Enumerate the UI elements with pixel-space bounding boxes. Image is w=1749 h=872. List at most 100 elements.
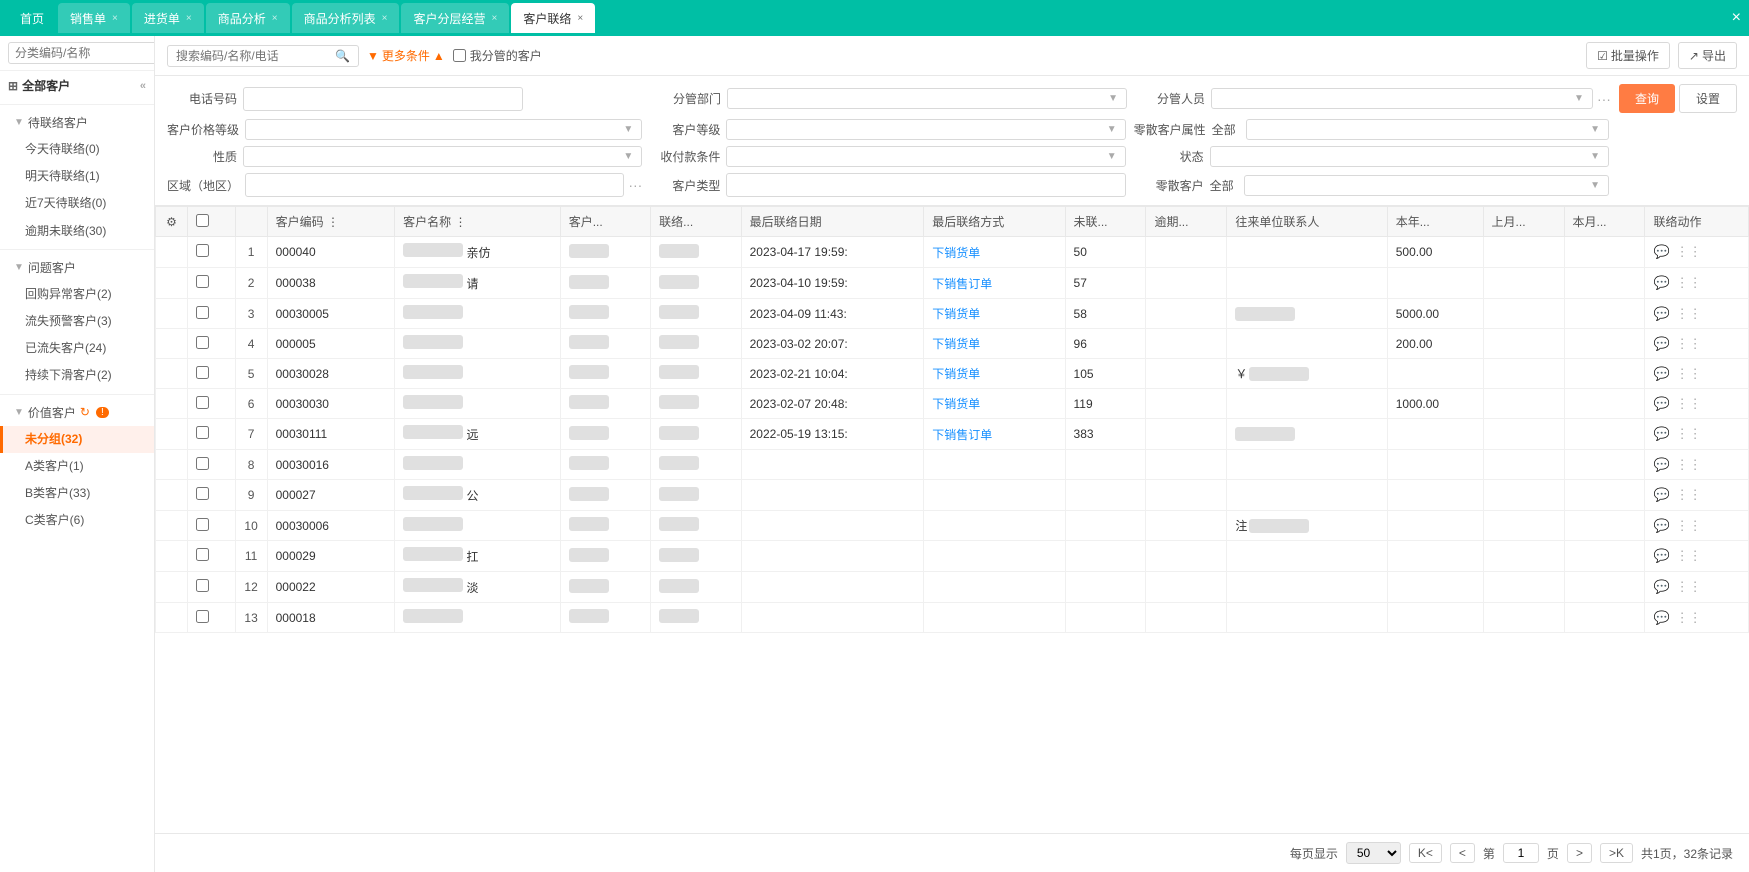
td-check[interactable]	[188, 450, 236, 480]
th-this-year[interactable]: 本年...	[1387, 207, 1483, 237]
td-check[interactable]	[188, 480, 236, 511]
td-check[interactable]	[188, 572, 236, 603]
sidebar-item-churn-warning[interactable]: 流失预警客户(3)	[0, 308, 154, 335]
row-checkbox[interactable]	[196, 487, 209, 500]
th-this-month[interactable]: 本月...	[1564, 207, 1645, 237]
nav-tab-home[interactable]: 首页	[8, 3, 56, 33]
td-check[interactable]	[188, 389, 236, 419]
more-icon[interactable]: ⋮⋮	[1676, 457, 1702, 473]
chat-icon[interactable]: 💬	[1653, 457, 1669, 473]
row-checkbox[interactable]	[196, 244, 209, 257]
chat-icon[interactable]: 💬	[1653, 487, 1669, 503]
sidebar-item-abnormal[interactable]: 回购异常客户(2)	[0, 281, 154, 308]
td-check[interactable]	[188, 237, 236, 268]
batch-ops-button[interactable]: ☑ 批量操作	[1586, 42, 1670, 69]
query-button[interactable]: 查询	[1619, 84, 1675, 113]
sidebar-search-input[interactable]	[8, 42, 155, 64]
chat-icon[interactable]: 💬	[1653, 579, 1669, 595]
chat-icon[interactable]: 💬	[1653, 548, 1669, 564]
sidebar-item-overdue[interactable]: 逾期未联络(30)	[0, 218, 154, 245]
nav-tab-purchase[interactable]: 进货单 ×	[132, 3, 204, 33]
td-check[interactable]	[188, 268, 236, 299]
chat-icon[interactable]: 💬	[1653, 518, 1669, 534]
more-icon[interactable]: ⋮⋮	[1676, 244, 1702, 260]
product-analysis-list-tab-close[interactable]: ×	[382, 13, 388, 24]
export-button[interactable]: ↗ 导出	[1678, 42, 1737, 69]
region-more-btn[interactable]: ···	[628, 177, 642, 193]
chat-icon[interactable]: 💬	[1653, 336, 1669, 352]
nature-select[interactable]: ▼	[243, 146, 642, 167]
td-check[interactable]	[188, 299, 236, 329]
row-checkbox[interactable]	[196, 518, 209, 531]
td-check[interactable]	[188, 329, 236, 359]
chat-icon[interactable]: 💬	[1653, 244, 1669, 260]
chat-icon[interactable]: 💬	[1653, 306, 1669, 322]
product-analysis-tab-close[interactable]: ×	[272, 13, 278, 24]
chat-icon[interactable]: 💬	[1653, 366, 1669, 382]
th-name[interactable]: 客户名称 ⋮	[395, 207, 561, 237]
per-page-select[interactable]: 50 100 200	[1346, 842, 1401, 864]
sidebar-problem-customers-group[interactable]: ▼ 问题客户	[0, 254, 154, 281]
row-checkbox[interactable]	[196, 275, 209, 288]
th-contact[interactable]: 联络...	[651, 207, 741, 237]
row-checkbox[interactable]	[196, 396, 209, 409]
nav-tab-product-analysis-list[interactable]: 商品分析列表 ×	[292, 3, 400, 33]
payment-select[interactable]: ▼	[726, 146, 1125, 167]
more-icon[interactable]: ⋮⋮	[1676, 487, 1702, 503]
sidebar-item-declining[interactable]: 持续下滑客户(2)	[0, 362, 154, 389]
more-icon[interactable]: ⋮⋮	[1676, 610, 1702, 626]
refresh-icon[interactable]: ↻	[80, 405, 90, 419]
my-customers-checkbox[interactable]	[453, 49, 466, 62]
status-select[interactable]: ▼	[1210, 146, 1609, 167]
zero-customer-select[interactable]: ▼	[1244, 175, 1609, 196]
page-number-input[interactable]	[1503, 843, 1539, 863]
td-check[interactable]	[188, 419, 236, 450]
chat-icon[interactable]: 💬	[1653, 426, 1669, 442]
sidebar-item-tomorrow[interactable]: 明天待联络(1)	[0, 163, 154, 190]
last-method-link[interactable]: 下销货单	[932, 397, 980, 411]
row-checkbox[interactable]	[196, 336, 209, 349]
purchase-tab-close[interactable]: ×	[186, 13, 192, 24]
th-no-contact[interactable]: 未联...	[1065, 207, 1146, 237]
customer-segment-tab-close[interactable]: ×	[491, 13, 497, 24]
th-settings[interactable]: ⚙	[156, 207, 188, 237]
row-checkbox[interactable]	[196, 306, 209, 319]
th-last-method[interactable]: 最后联络方式	[924, 207, 1065, 237]
collapse-sidebar-icon[interactable]: «	[140, 80, 146, 92]
sidebar-item-churned[interactable]: 已流失客户(24)	[0, 335, 154, 362]
nav-tab-customer-segment[interactable]: 客户分层经营 ×	[401, 3, 509, 33]
search-input[interactable]	[176, 49, 331, 63]
th-last-date[interactable]: 最后联络日期	[741, 207, 924, 237]
more-icon[interactable]: ⋮⋮	[1676, 275, 1702, 291]
sales-tab-close[interactable]: ×	[112, 13, 118, 24]
reset-button[interactable]: 设置	[1679, 84, 1737, 113]
last-method-link[interactable]: 下销售订单	[932, 428, 992, 442]
th-check[interactable]	[188, 207, 236, 237]
select-all-checkbox[interactable]	[196, 214, 209, 227]
td-check[interactable]	[188, 541, 236, 572]
region-input[interactable]	[245, 173, 624, 197]
close-all-tabs-button[interactable]: ×	[1732, 9, 1741, 27]
more-icon[interactable]: ⋮⋮	[1676, 579, 1702, 595]
more-icon[interactable]: ⋮⋮	[1676, 426, 1702, 442]
zero-attr-select[interactable]: ▼	[1246, 119, 1609, 140]
td-check[interactable]	[188, 603, 236, 633]
last-method-link[interactable]: 下销货单	[932, 246, 980, 260]
more-icon[interactable]: ⋮⋮	[1676, 518, 1702, 534]
sidebar-item-class-c[interactable]: C类客户(6)	[0, 507, 154, 534]
sidebar-item-class-a[interactable]: A类客户(1)	[0, 453, 154, 480]
sidebar-item-today[interactable]: 今天待联络(0)	[0, 136, 154, 163]
th-type[interactable]: 客户...	[560, 207, 650, 237]
more-icon[interactable]: ⋮⋮	[1676, 548, 1702, 564]
nav-tab-sales[interactable]: 销售单 ×	[58, 3, 130, 33]
chat-icon[interactable]: 💬	[1653, 275, 1669, 291]
row-checkbox[interactable]	[196, 579, 209, 592]
more-icon[interactable]: ⋮⋮	[1676, 306, 1702, 322]
nav-tab-product-analysis[interactable]: 商品分析 ×	[206, 3, 290, 33]
sidebar-item-class-b[interactable]: B类客户(33)	[0, 480, 154, 507]
price-level-select[interactable]: ▼	[245, 119, 642, 140]
more-icon[interactable]: ⋮⋮	[1676, 366, 1702, 382]
row-checkbox[interactable]	[196, 366, 209, 379]
customer-type-input[interactable]	[726, 173, 1125, 197]
prev-page-button[interactable]: <	[1450, 843, 1475, 863]
